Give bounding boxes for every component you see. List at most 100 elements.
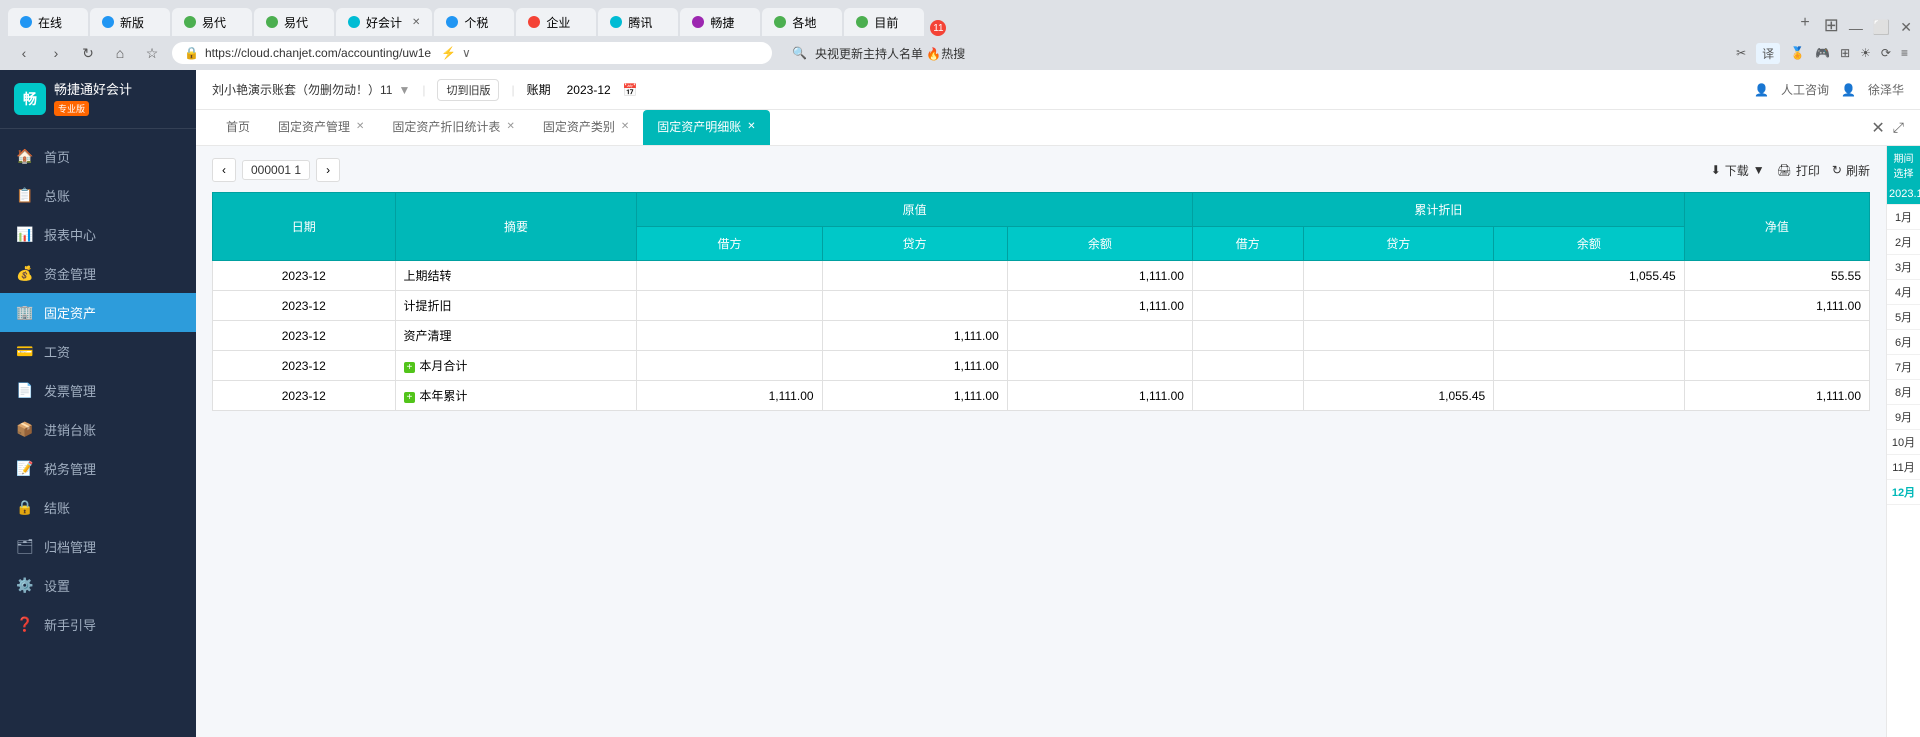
page-tab-close-icon[interactable]: ✕ [747, 121, 755, 132]
settings-icon[interactable]: ⟳ [1881, 46, 1891, 60]
period-item-7月[interactable]: 7月 [1887, 355, 1920, 380]
browser-tab-tab3[interactable]: 易代 [172, 8, 252, 36]
close-button[interactable]: ✕ [1900, 19, 1912, 36]
page-tab-fixed-asset-detail[interactable]: 固定资产明细账✕ [643, 110, 769, 145]
expand-icon[interactable]: ⤢ [1893, 119, 1904, 136]
back-button[interactable]: ‹ [12, 41, 36, 65]
browser-tab-tab11[interactable]: 目前 [844, 8, 924, 36]
print-button[interactable]: 🖨 打印 [1777, 162, 1820, 179]
period-item-8月[interactable]: 8月 [1887, 380, 1920, 405]
url-settings-icon[interactable]: ⚡ [441, 46, 456, 60]
period-item-6月[interactable]: 6月 [1887, 330, 1920, 355]
browser-tab-tab4[interactable]: 易代 [254, 8, 334, 36]
accum-balance-cell [1494, 291, 1685, 321]
browser-tab-tab1[interactable]: 在线 [8, 8, 88, 36]
sidebar: 畅 畅捷通好会计 专业版 🏠首页📋总账📊报表中心💰资金管理🏢固定资产💳工资📄发票… [0, 70, 196, 737]
sidebar-item-invoice-mgmt[interactable]: 📄发票管理 [0, 371, 196, 410]
tab-close-icon[interactable]: ✕ [412, 17, 420, 28]
period-item-2023.12[interactable]: 2023.12 [1887, 184, 1920, 205]
download-icon: ⬇ [1711, 163, 1721, 177]
period-item-3月[interactable]: 3月 [1887, 255, 1920, 280]
reward-icon[interactable]: 🏅 [1790, 46, 1805, 60]
tab-menu-button[interactable]: ⊞ [1824, 15, 1839, 36]
menu-icon[interactable]: ≡ [1901, 46, 1908, 60]
browser-tab-tab10[interactable]: 各地 [762, 8, 842, 36]
brightness-icon[interactable]: ☀ [1860, 46, 1871, 60]
scissors-icon[interactable]: ✂ [1736, 46, 1746, 60]
accum-balance-cell [1494, 351, 1685, 381]
browser-tab-tab8[interactable]: 腾讯 [598, 8, 678, 36]
period-item-10月[interactable]: 10月 [1887, 430, 1920, 455]
page-tab-close-icon[interactable]: ✕ [621, 121, 629, 132]
col-accumulated-depr: 累计折旧 [1192, 193, 1684, 227]
download-dropdown-icon[interactable]: ▼ [1753, 163, 1765, 177]
next-page-button[interactable]: › [316, 158, 340, 182]
period-item-2月[interactable]: 2月 [1887, 230, 1920, 255]
sidebar-item-label: 发票管理 [44, 381, 96, 400]
accum-balance-cell: 1,055.45 [1494, 261, 1685, 291]
main-content: 刘小艳演示账套（勿删勿动！）11 ▼ | 切到旧版 | 账期 2023-12 📅… [196, 70, 1920, 737]
user-btn[interactable]: 徐泽华 [1868, 81, 1904, 98]
page-tab-fixed-asset-depr[interactable]: 固定资产折旧统计表✕ [378, 110, 528, 145]
browser-tab-tab7[interactable]: 企业 [516, 8, 596, 36]
tab-favicon [266, 16, 278, 28]
browser-tab-tab9[interactable]: 畅捷 [680, 8, 760, 36]
purchase-sales-icon: 📦 [16, 420, 34, 438]
sidebar-item-tax-mgmt[interactable]: 📝税务管理 [0, 449, 196, 488]
dropdown-icon[interactable]: ▼ [398, 83, 410, 97]
close-panel-icon[interactable]: ✕ [1871, 118, 1884, 138]
bookmark-button[interactable]: ☆ [140, 41, 164, 65]
sidebar-item-fund-mgmt[interactable]: 💰资金管理 [0, 254, 196, 293]
page-tab-fixed-asset-cat[interactable]: 固定资产类别✕ [529, 110, 643, 145]
home-button[interactable]: ⌂ [108, 41, 132, 65]
support-btn[interactable]: 人工咨询 [1781, 81, 1829, 98]
url-bar[interactable]: 🔒 https://cloud.chanjet.com/accounting/u… [172, 42, 772, 64]
sidebar-item-archive-mgmt[interactable]: 🗂归档管理 [0, 527, 196, 566]
sidebar-item-closing[interactable]: 🔒结账 [0, 488, 196, 527]
switch-version-button[interactable]: 切到旧版 [437, 79, 499, 101]
page-tab-home[interactable]: 首页 [212, 110, 264, 145]
col-summary: 摘要 [395, 193, 637, 261]
page-tab-close-icon[interactable]: ✕ [356, 121, 364, 132]
accum-debit-cell [1192, 261, 1303, 291]
col-accum-debit: 借方 [1192, 227, 1303, 261]
translate-icon[interactable]: 译 [1756, 43, 1780, 64]
grid-icon[interactable]: ⊞ [1840, 46, 1850, 60]
prev-page-button[interactable]: ‹ [212, 158, 236, 182]
reload-button[interactable]: ↻ [76, 41, 100, 65]
page-tab-close-icon[interactable]: ✕ [506, 121, 514, 132]
maximize-button[interactable]: ⬜ [1873, 19, 1890, 36]
forward-button[interactable]: › [44, 41, 68, 65]
download-button[interactable]: ⬇ 下载 ▼ [1711, 162, 1765, 179]
sidebar-item-label: 首页 [44, 147, 70, 166]
period-item-4月[interactable]: 4月 [1887, 280, 1920, 305]
browser-tab-tab6[interactable]: 个税 [434, 8, 514, 36]
period-item-5月[interactable]: 5月 [1887, 305, 1920, 330]
settings-icon: ⚙️ [16, 576, 34, 594]
browser-tab-tab5[interactable]: 好会计✕ [336, 8, 432, 36]
browser-tab-tab2[interactable]: 新版 [90, 8, 170, 36]
reports-icon: 📊 [16, 225, 34, 243]
period-item-9月[interactable]: 9月 [1887, 405, 1920, 430]
sidebar-item-reports[interactable]: 📊报表中心 [0, 215, 196, 254]
tab-favicon [856, 16, 868, 28]
tab-label: 企业 [546, 14, 570, 31]
sidebar-item-fixed-assets[interactable]: 🏢固定资产 [0, 293, 196, 332]
sidebar-item-purchase-sales[interactable]: 📦进销台账 [0, 410, 196, 449]
sidebar-item-general-ledger[interactable]: 📋总账 [0, 176, 196, 215]
page-tab-fixed-asset-mgmt[interactable]: 固定资产管理✕ [264, 110, 378, 145]
sidebar-item-payroll[interactable]: 💳工资 [0, 332, 196, 371]
sidebar-item-home[interactable]: 🏠首页 [0, 137, 196, 176]
period-calendar-icon[interactable]: 📅 [623, 83, 638, 97]
minimize-button[interactable]: — [1849, 20, 1863, 36]
game-icon[interactable]: 🎮 [1815, 46, 1830, 60]
col-accum-balance: 余额 [1494, 227, 1685, 261]
url-dropdown-icon[interactable]: ∨ [462, 46, 471, 60]
sidebar-item-guide[interactable]: ❓新手引导 [0, 605, 196, 644]
period-item-12月[interactable]: 12月 [1887, 480, 1920, 505]
sidebar-item-settings[interactable]: ⚙️设置 [0, 566, 196, 605]
period-item-1月[interactable]: 1月 [1887, 205, 1920, 230]
refresh-button[interactable]: ↻ 刷新 [1832, 162, 1870, 179]
period-item-11月[interactable]: 11月 [1887, 455, 1920, 480]
new-tab-button[interactable]: + [1792, 10, 1817, 36]
